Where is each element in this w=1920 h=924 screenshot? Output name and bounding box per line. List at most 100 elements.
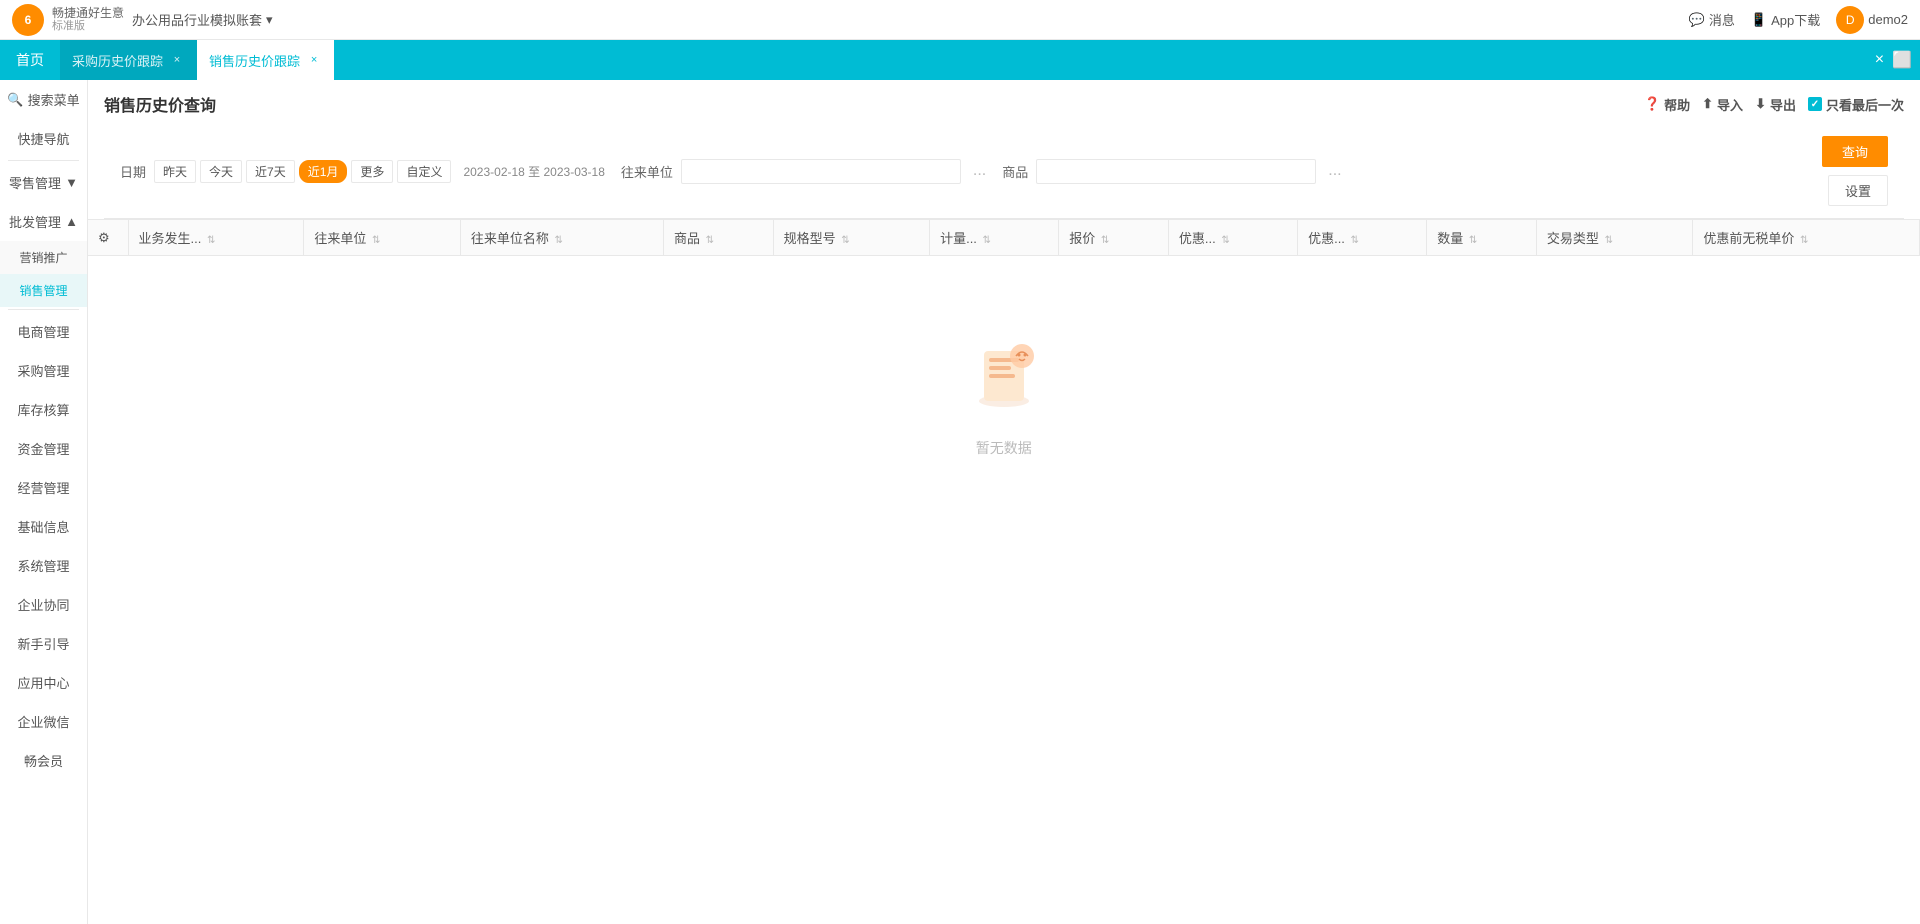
table-header: ⚙ 业务发生... ⇅ 往来单位 ⇅ 往来单位名称 ⇅ <box>88 220 1920 256</box>
app-selector[interactable]: 办公用品行业模拟账套 ▾ <box>132 10 273 29</box>
col-discount2[interactable]: 优惠... ⇅ <box>1298 220 1427 256</box>
filter-date: 日期 昨天 今天 近7天 近1月 更多 自定义 2023-02-18 至 202… <box>120 160 605 183</box>
sidebar-item-app-center[interactable]: 应用中心 <box>0 663 87 702</box>
sidebar-item-purchase[interactable]: 采购管理 <box>0 351 87 390</box>
sort-icon: ⇅ <box>207 235 215 246</box>
sidebar-item-inventory[interactable]: 库存核算 <box>0 390 87 429</box>
sort-icon-4: ⇅ <box>706 235 714 246</box>
top-bar: 6 畅捷通好生意 标准版 办公用品行业模拟账套 ▾ 💬 消息 📱 App下载 D… <box>0 0 1920 40</box>
date-btn-today[interactable]: 今天 <box>200 160 242 183</box>
query-button[interactable]: 查询 <box>1822 136 1888 167</box>
sidebar-divider-1 <box>8 160 79 161</box>
sidebar-item-wholesale[interactable]: 批发管理 ▲ <box>0 202 87 241</box>
only-last-checkbox[interactable]: ✓ 只看最后一次 <box>1808 95 1904 114</box>
partner-input[interactable] <box>681 159 961 184</box>
col-partner-name[interactable]: 往来单位名称 ⇅ <box>460 220 663 256</box>
chevron-up-icon: ▲ <box>65 214 78 229</box>
export-icon: ⬇ <box>1755 96 1766 112</box>
top-bar-left: 6 畅捷通好生意 标准版 办公用品行业模拟账套 ▾ <box>12 4 273 36</box>
date-btn-yesterday[interactable]: 昨天 <box>154 160 196 183</box>
sort-icon-6: ⇅ <box>983 235 991 246</box>
data-table: ⚙ 业务发生... ⇅ 往来单位 ⇅ 往来单位名称 ⇅ <box>88 220 1920 538</box>
col-trade-type[interactable]: 交易类型 ⇅ <box>1536 220 1692 256</box>
tab-home[interactable]: 首页 <box>0 40 60 80</box>
settings-button[interactable]: 设置 <box>1828 175 1888 206</box>
date-buttons: 昨天 今天 近7天 近1月 更多 自定义 <box>154 160 451 183</box>
import-icon: ⬆ <box>1702 96 1713 112</box>
tab-bar: 首页 采购历史价跟踪 × 销售历史价跟踪 × × ⬜ <box>0 40 1920 80</box>
date-btn-more[interactable]: 更多 <box>351 160 393 183</box>
sidebar-item-basic-info[interactable]: 基础信息 <box>0 507 87 546</box>
download-icon: 📱 <box>1751 12 1767 28</box>
tab-purchase[interactable]: 采购历史价跟踪 × <box>60 40 197 80</box>
sort-icon-8: ⇅ <box>1221 235 1229 246</box>
help-button[interactable]: ❓ 帮助 <box>1644 95 1690 114</box>
window-close-icon[interactable]: × <box>1875 51 1884 69</box>
message-icon: 💬 <box>1689 12 1705 28</box>
sidebar: 🔍 搜索菜单 快捷导航 零售管理 ▼ 批发管理 ▲ 营销推广 销售管理 电商管理 <box>0 80 88 924</box>
col-product[interactable]: 商品 ⇅ <box>663 220 773 256</box>
product-dots-icon[interactable]: ... <box>1328 162 1341 180</box>
date-label: 日期 <box>120 162 146 181</box>
page-header: 销售历史价查询 ❓ 帮助 ⬆ 导入 ⬇ 导出 ✓ <box>88 80 1920 220</box>
sidebar-item-ecommerce[interactable]: 电商管理 <box>0 312 87 351</box>
tab-purchase-close[interactable]: × <box>169 52 185 68</box>
empty-state-row: 暂无数据 <box>88 256 1920 539</box>
sort-icon-5: ⇅ <box>841 235 849 246</box>
app-download-button[interactable]: 📱 App下载 <box>1751 10 1820 29</box>
col-spec[interactable]: 规格型号 ⇅ <box>773 220 929 256</box>
col-unit[interactable]: 计量... ⇅ <box>930 220 1059 256</box>
main-layout: 🔍 搜索菜单 快捷导航 零售管理 ▼ 批发管理 ▲ 营销推广 销售管理 电商管理 <box>0 80 1920 924</box>
sort-icon-9: ⇅ <box>1351 235 1359 246</box>
col-pretax-price[interactable]: 优惠前无税单价 ⇅ <box>1693 220 1920 256</box>
sidebar-item-system[interactable]: 系统管理 <box>0 546 87 585</box>
checkbox-icon: ✓ <box>1808 97 1822 111</box>
empty-illustration <box>964 336 1044 430</box>
sidebar-item-onboarding[interactable]: 新手引导 <box>0 624 87 663</box>
sort-icon-12: ⇅ <box>1800 235 1808 246</box>
table-settings-col[interactable]: ⚙ <box>88 220 128 256</box>
sort-icon-11: ⇅ <box>1605 235 1613 246</box>
sidebar-item-search[interactable]: 🔍 搜索菜单 <box>0 80 87 119</box>
filter-actions: 查询 设置 <box>1822 136 1888 206</box>
avatar: D <box>1836 6 1864 34</box>
product-input[interactable] <box>1036 159 1316 184</box>
search-icon: 🔍 <box>7 92 23 108</box>
col-discount1[interactable]: 优惠... ⇅ <box>1168 220 1297 256</box>
date-btn-custom[interactable]: 自定义 <box>397 160 451 183</box>
window-restore-icon[interactable]: ⬜ <box>1892 50 1912 70</box>
sidebar-item-marketing[interactable]: 营销推广 <box>0 241 87 274</box>
partner-dots-icon[interactable]: ... <box>973 162 986 180</box>
col-partner-code[interactable]: 往来单位 ⇅ <box>304 220 460 256</box>
filter-bar: 日期 昨天 今天 近7天 近1月 更多 自定义 2023-02-18 至 202… <box>104 128 1904 219</box>
export-button[interactable]: ⬇ 导出 <box>1755 95 1796 114</box>
sidebar-item-operations[interactable]: 经营管理 <box>0 468 87 507</box>
date-btn-1month[interactable]: 近1月 <box>299 160 348 183</box>
app-name: 畅捷通好生意 标准版 <box>52 6 124 34</box>
top-bar-right: 💬 消息 📱 App下载 D demo2 <box>1689 6 1908 34</box>
message-button[interactable]: 💬 消息 <box>1689 10 1735 29</box>
tab-sales-close[interactable]: × <box>306 52 322 68</box>
sidebar-item-quicknav[interactable]: 快捷导航 <box>0 119 87 158</box>
product-label: 商品 <box>1002 162 1028 181</box>
content-area: 销售历史价查询 ❓ 帮助 ⬆ 导入 ⬇ 导出 ✓ <box>88 80 1920 924</box>
empty-svg <box>964 336 1044 416</box>
col-quote[interactable]: 报价 ⇅ <box>1059 220 1169 256</box>
import-button[interactable]: ⬆ 导入 <box>1702 95 1743 114</box>
sidebar-item-enterprise[interactable]: 企业协同 <box>0 585 87 624</box>
sidebar-item-finance[interactable]: 资金管理 <box>0 429 87 468</box>
user-menu[interactable]: D demo2 <box>1836 6 1908 34</box>
sidebar-item-sales-mgmt[interactable]: 销售管理 <box>0 274 87 307</box>
sort-icon-3: ⇅ <box>554 235 562 246</box>
date-btn-7days[interactable]: 近7天 <box>246 160 295 183</box>
filter-partner: 往来单位 ... <box>621 159 986 184</box>
sidebar-item-wechat[interactable]: 企业微信 <box>0 702 87 741</box>
tab-sales[interactable]: 销售历史价跟踪 × <box>197 40 334 80</box>
sidebar-item-member[interactable]: 畅会员 <box>0 741 87 780</box>
sort-icon-7: ⇅ <box>1101 235 1109 246</box>
sidebar-item-retail[interactable]: 零售管理 ▼ <box>0 163 87 202</box>
table-body: 暂无数据 <box>88 256 1920 539</box>
col-qty[interactable]: 数量 ⇅ <box>1427 220 1537 256</box>
partner-label: 往来单位 <box>621 162 673 181</box>
col-date[interactable]: 业务发生... ⇅ <box>128 220 304 256</box>
